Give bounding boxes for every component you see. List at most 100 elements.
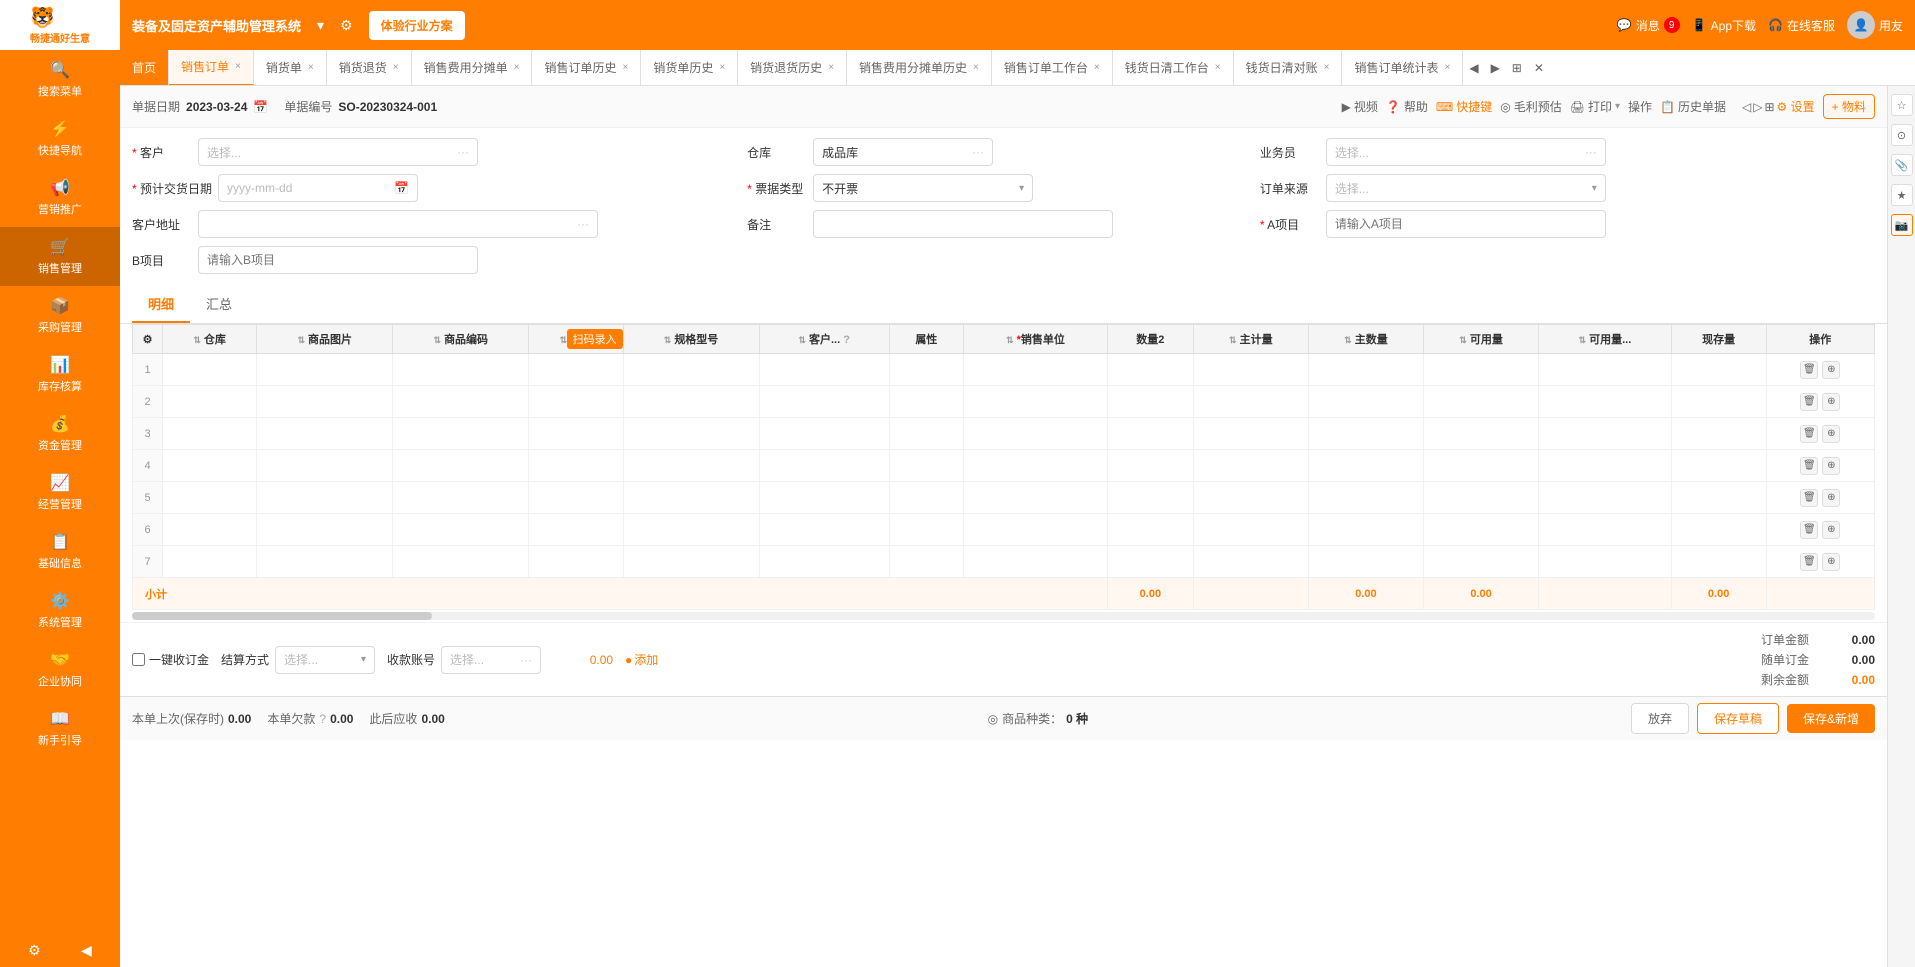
sort-icon[interactable]: ⇅ [664, 335, 672, 345]
row-available-1[interactable] [1423, 354, 1538, 386]
dropdown-arrow-icon[interactable]: ▾ [313, 13, 328, 38]
solution-button[interactable]: 体验行业方案 [369, 11, 465, 40]
user-item[interactable]: 👤 用友 [1847, 11, 1903, 39]
tab-sales-order[interactable]: 销售订单 × [169, 50, 254, 86]
payment-dropdown[interactable]: ▾ [361, 654, 366, 665]
right-panel-icon-4[interactable]: ★ [1891, 184, 1913, 206]
sort-icon[interactable]: ⇅ [193, 335, 201, 345]
app-download-item[interactable]: 📱 App下载 [1692, 17, 1756, 34]
address-more-icon[interactable]: ··· [577, 217, 589, 231]
warehouse-more-icon[interactable]: ··· [972, 145, 984, 159]
scan-button[interactable]: 扫码录入 [567, 329, 623, 349]
copy-row-icon[interactable]: ⊕ [1822, 457, 1840, 475]
sidebar-item-quick-nav[interactable]: ⚡ 快捷导航 [0, 109, 120, 168]
tab-close-icon[interactable]: × [622, 62, 628, 73]
layout-icon2[interactable]: ▷ [1753, 98, 1762, 115]
tab-sales-order-history[interactable]: 销售订单历史 × [532, 50, 641, 86]
row-customer-code-1[interactable] [759, 354, 889, 386]
tab-detail[interactable]: 明细 [132, 286, 190, 323]
row-qty2-1[interactable] [1108, 354, 1194, 386]
tab-nav-next[interactable]: ▶ [1485, 50, 1506, 86]
tab-summary[interactable]: 汇总 [190, 286, 248, 323]
staff-input[interactable]: 选择... ··· [1326, 138, 1606, 166]
tab-close-icon[interactable]: × [393, 62, 399, 73]
settings-header-icon[interactable]: ⚙ [336, 13, 357, 38]
remark-input[interactable] [813, 210, 1113, 238]
copy-row-icon[interactable]: ⊕ [1822, 425, 1840, 443]
payment-method-input[interactable]: 选择... ▾ [275, 646, 375, 674]
tab-close-icon[interactable]: × [719, 62, 725, 73]
sidebar-item-system[interactable]: ⚙️ 系统管理 [0, 581, 120, 640]
history-btn[interactable]: 📋 历史单据 [1660, 98, 1726, 115]
online-support-item[interactable]: 🎧 在线客服 [1768, 17, 1835, 34]
sidebar-item-basics[interactable]: 📋 基础信息 [0, 522, 120, 581]
sidebar-item-guide[interactable]: 📖 新手引导 [0, 699, 120, 758]
tab-close-icon[interactable]: × [828, 62, 834, 73]
tab-return-history[interactable]: 销货退货历史 × [738, 50, 847, 86]
delete-row-icon[interactable]: 🗑 [1800, 393, 1818, 411]
tab-close-icon[interactable]: × [1444, 62, 1450, 73]
settings-bottom-icon[interactable]: ⚙ [28, 942, 41, 959]
sidebar-item-purchase[interactable]: 📦 采购管理 [0, 286, 120, 345]
sort-icon[interactable]: ⇅ [1344, 335, 1352, 345]
right-panel-icon-1[interactable]: ☆ [1891, 94, 1913, 116]
sort-icon[interactable]: ⇅ [1229, 335, 1237, 345]
account-input[interactable]: 选择... ··· [441, 646, 541, 674]
layout-icon[interactable]: ◁ [1742, 98, 1751, 115]
tab-sales-expense[interactable]: 销售费用分摊单 × [412, 50, 533, 86]
address-input[interactable]: ··· [198, 210, 598, 238]
sidebar-item-finance[interactable]: 💰 资金管理 [0, 404, 120, 463]
right-panel-icon-5[interactable]: 📷 [1891, 214, 1913, 236]
one-click-check[interactable] [132, 653, 145, 666]
tab-close-icon[interactable]: × [1324, 62, 1330, 73]
copy-row-icon[interactable]: ⊕ [1822, 521, 1840, 539]
add-item-btn[interactable]: + 物料 [1823, 94, 1875, 119]
tab-nav-more[interactable]: ⊞ [1506, 50, 1528, 86]
discard-button[interactable]: 放弃 [1631, 703, 1689, 734]
sidebar-item-search[interactable]: 🔍 搜索菜单 [0, 50, 120, 109]
account-more-icon[interactable]: ··· [520, 653, 532, 667]
save-draft-button[interactable]: 保存草稿 [1697, 703, 1779, 734]
profit-btn[interactable]: ◎ 毛利预估 [1500, 98, 1562, 115]
right-panel-icon-3[interactable]: 📎 [1891, 154, 1913, 176]
tab-nav-close[interactable]: ✕ [1528, 50, 1550, 86]
sidebar-item-enterprise[interactable]: 🤝 企业协同 [0, 640, 120, 699]
row-attrs-1[interactable] [889, 354, 963, 386]
print-btn[interactable]: 🖨 打印 ▾ [1570, 98, 1620, 115]
delivery-date-input[interactable]: yyyy-mm-dd 📅 [218, 174, 418, 202]
tab-close-icon[interactable]: × [1215, 62, 1221, 73]
print-dropdown-arrow[interactable]: ▾ [1615, 101, 1620, 112]
sort-icon[interactable]: ⇅ [1578, 335, 1586, 345]
tab-order-workspace[interactable]: 销售订单工作台 × [992, 50, 1113, 86]
right-panel-icon-2[interactable]: ⊙ [1891, 124, 1913, 146]
sidebar-item-operations[interactable]: 📈 经营管理 [0, 463, 120, 522]
tab-sales-return[interactable]: 销货退货 × [327, 50, 412, 86]
preview-btn[interactable]: ▶ 视频 [1342, 98, 1378, 115]
tab-home[interactable]: 首页 [120, 50, 169, 86]
delete-row-icon[interactable]: 🗑 [1800, 521, 1818, 539]
ticket-type-select[interactable]: 不开票 ▾ [813, 174, 1033, 202]
warehouse-input[interactable]: 成品库 ··· [813, 138, 993, 166]
customer-more-icon[interactable]: ··· [457, 145, 469, 159]
row-warehouse-1[interactable] [163, 354, 257, 386]
scroll-bar[interactable] [120, 610, 1887, 622]
ticket-dropdown-icon[interactable]: ▾ [1019, 183, 1024, 194]
sidebar-item-sales[interactable]: 🛒 销售管理 [0, 227, 120, 286]
row-main-qty-1[interactable] [1308, 354, 1423, 386]
operations-btn[interactable]: 操作 [1628, 98, 1652, 115]
tab-close-icon[interactable]: × [308, 62, 314, 73]
sort-icon[interactable]: ⇅ [798, 335, 806, 345]
sidebar-item-inventory[interactable]: 📊 库存核算 [0, 345, 120, 404]
row-product-1[interactable] [529, 354, 623, 386]
tab-close-icon[interactable]: × [973, 62, 979, 73]
order-source-input[interactable]: 选择... ▾ [1326, 174, 1606, 202]
one-click-checkbox[interactable]: 一键收订金 [132, 651, 209, 668]
calendar-icon[interactable]: 📅 [253, 100, 268, 114]
row-main-unit-1[interactable] [1193, 354, 1308, 386]
row-current-qty-1[interactable] [1671, 354, 1766, 386]
tab-close-icon[interactable]: × [514, 62, 520, 73]
help-btn[interactable]: ❓ 帮助 [1386, 98, 1428, 115]
a-project-input[interactable] [1326, 210, 1606, 238]
sort-icon[interactable]: ⇅ [1459, 335, 1467, 345]
b-project-input[interactable] [198, 246, 478, 274]
